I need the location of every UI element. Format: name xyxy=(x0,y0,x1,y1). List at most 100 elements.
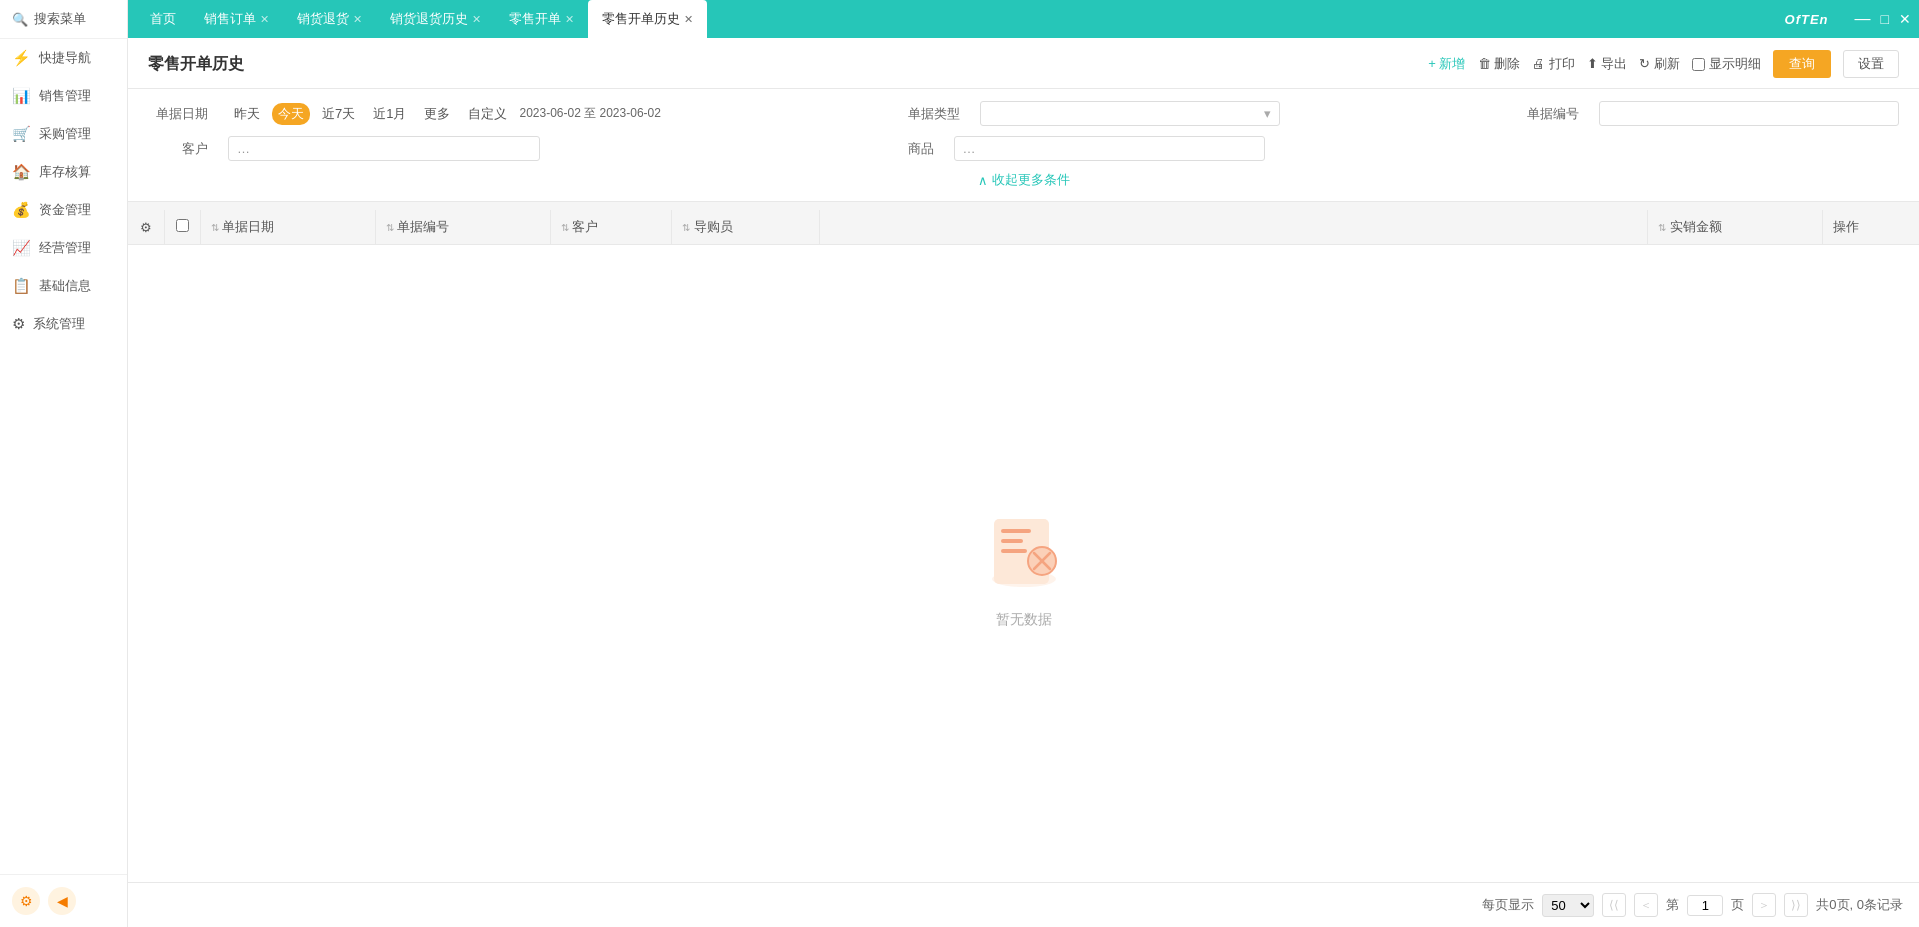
col-action-label: 操作 xyxy=(1833,219,1859,234)
settings-button[interactable]: ⚙ xyxy=(12,887,40,915)
data-table: ⚙ ⇅ 单据日期 ⇅ 单据编号 xyxy=(128,210,1919,245)
prev-page-button[interactable]: ＜ xyxy=(1634,893,1658,917)
total-info: 共0页, 0条记录 xyxy=(1816,896,1903,914)
tab-retail-open-history[interactable]: 零售开单历史 ✕ xyxy=(588,0,707,38)
export-button[interactable]: ⬆ 导出 xyxy=(1587,55,1628,73)
sidebar-item-caigou[interactable]: 🛒 采购管理 xyxy=(0,115,127,153)
customer-input[interactable]: … xyxy=(228,136,540,161)
customer-label: 客户 xyxy=(148,140,208,158)
sidebar-item-label: 销售管理 xyxy=(39,87,91,105)
tab-retail-open-label: 零售开单 xyxy=(509,10,561,28)
warehouse-icon: 🏠 xyxy=(12,163,31,181)
customer-ellipsis: … xyxy=(237,141,250,156)
tab-sales-return-history[interactable]: 销货退货历史 ✕ xyxy=(376,0,495,38)
sidebar-item-jichu[interactable]: 📋 基础信息 xyxy=(0,267,127,305)
sidebar-item-xiaoshou[interactable]: 📊 销售管理 xyxy=(0,77,127,115)
sidebar: 🔍 搜索菜单 ⚡ 快捷导航 📊 销售管理 🛒 采购管理 🏠 库存核算 💰 资金管… xyxy=(0,0,128,927)
filter-date-options: 昨天 今天 近7天 近1月 更多 自定义 2023-06-02 至 2023-0… xyxy=(228,103,661,125)
col-guide-label: 导购员 xyxy=(694,219,733,234)
goods-ellipsis: … xyxy=(963,141,976,156)
sort-icon: ⇅ xyxy=(682,222,690,233)
sidebar-search[interactable]: 🔍 搜索菜单 xyxy=(0,0,127,39)
new-button[interactable]: + 新增 xyxy=(1428,55,1465,73)
trend-icon: 📈 xyxy=(12,239,31,257)
last-page-button[interactable]: ⟩⟩ xyxy=(1784,893,1808,917)
col-number-label: 单据编号 xyxy=(397,219,449,234)
number-input[interactable] xyxy=(1599,101,1899,126)
table-col-amount[interactable]: ⇅ 实销金额 xyxy=(1648,210,1823,245)
sidebar-bottom: ⚙ ◀ xyxy=(0,874,127,927)
tab-bar: 首页 销售订单 ✕ 销货退货 ✕ 销货退货历史 ✕ 零售开单 ✕ 零售开单历史 … xyxy=(128,0,1919,38)
tab-retail-open-history-close[interactable]: ✕ xyxy=(684,13,693,26)
date-opt-1month[interactable]: 近1月 xyxy=(367,103,412,125)
empty-state: 暂无数据 xyxy=(128,245,1919,882)
main-area: 首页 销售订单 ✕ 销货退货 ✕ 销货退货历史 ✕ 零售开单 ✕ 零售开单历史 … xyxy=(128,0,1919,927)
tab-retail-open[interactable]: 零售开单 ✕ xyxy=(495,0,588,38)
date-opt-7days[interactable]: 近7天 xyxy=(316,103,361,125)
gear-icon: ⚙ xyxy=(12,315,25,333)
svg-rect-4 xyxy=(1001,549,1027,553)
query-button[interactable]: 查询 xyxy=(1773,50,1831,78)
table-col-customer[interactable]: ⇅ 客户 xyxy=(550,210,671,245)
date-opt-custom[interactable]: 自定义 xyxy=(462,103,513,125)
filter-row-2: 客户 … 商品 … xyxy=(148,136,1899,161)
sidebar-item-kuaijie[interactable]: ⚡ 快捷导航 xyxy=(0,39,127,77)
svg-rect-3 xyxy=(1001,539,1023,543)
print-button[interactable]: 🖨 打印 xyxy=(1532,55,1575,73)
tab-sales-order-label: 销售订单 xyxy=(204,10,256,28)
minimize-button[interactable]: — xyxy=(1855,10,1871,28)
date-opt-yesterday[interactable]: 昨天 xyxy=(228,103,266,125)
sidebar-item-label: 经营管理 xyxy=(39,239,91,257)
date-opt-more[interactable]: 更多 xyxy=(418,103,456,125)
col-date-label: 单据日期 xyxy=(222,219,274,234)
settings-button[interactable]: 设置 xyxy=(1843,50,1899,78)
page-header: 零售开单历史 + 新增 🗑 删除 🖨 打印 ⬆ 导出 ↻ 刷新 显示明细 查询 … xyxy=(128,38,1919,89)
collapse-button[interactable]: ∧ 收起更多条件 xyxy=(978,171,1070,189)
sidebar-search-label: 搜索菜单 xyxy=(34,10,86,28)
page-number-input[interactable] xyxy=(1687,895,1723,916)
collapse-sidebar-button[interactable]: ◀ xyxy=(48,887,76,915)
tab-home[interactable]: 首页 xyxy=(136,0,190,38)
col-amount-label: 实销金额 xyxy=(1670,219,1722,234)
refresh-button[interactable]: ↻ 刷新 xyxy=(1639,55,1680,73)
maximize-button[interactable]: □ xyxy=(1881,11,1889,27)
select-all-checkbox[interactable] xyxy=(176,219,189,232)
display-detail-checkbox[interactable] xyxy=(1692,58,1705,71)
date-opt-today[interactable]: 今天 xyxy=(272,103,310,125)
sort-icon: ⇅ xyxy=(211,222,219,233)
sidebar-item-label: 资金管理 xyxy=(39,201,91,219)
tab-home-label: 首页 xyxy=(150,10,176,28)
type-label: 单据类型 xyxy=(900,105,960,123)
next-page-button[interactable]: ＞ xyxy=(1752,893,1776,917)
per-page-select[interactable]: 50 10 20 100 xyxy=(1542,894,1594,917)
delete-button[interactable]: 🗑 删除 xyxy=(1478,55,1521,73)
table-col-empty xyxy=(820,210,1648,245)
sidebar-item-jingying[interactable]: 📈 经营管理 xyxy=(0,229,127,267)
table-section: ⚙ ⇅ 单据日期 ⇅ 单据编号 xyxy=(128,210,1919,927)
sort-icon: ⇅ xyxy=(1658,222,1666,233)
tab-retail-open-close[interactable]: ✕ xyxy=(565,13,574,26)
table-col-number[interactable]: ⇅ 单据编号 xyxy=(375,210,550,245)
close-button[interactable]: ✕ xyxy=(1899,11,1911,27)
table-col-action: 操作 xyxy=(1823,210,1919,245)
sort-icon: ⇅ xyxy=(561,222,569,233)
sidebar-item-kucun[interactable]: 🏠 库存核算 xyxy=(0,153,127,191)
sidebar-item-label: 采购管理 xyxy=(39,125,91,143)
sidebar-item-label: 系统管理 xyxy=(33,315,85,333)
tab-sales-order[interactable]: 销售订单 ✕ xyxy=(190,0,283,38)
tab-sales-return-history-close[interactable]: ✕ xyxy=(472,13,481,26)
table-col-settings[interactable]: ⚙ xyxy=(128,210,164,245)
tab-sales-order-close[interactable]: ✕ xyxy=(260,13,269,26)
empty-illustration xyxy=(974,499,1074,599)
tab-sales-return[interactable]: 销货退货 ✕ xyxy=(283,0,376,38)
first-page-button[interactable]: ⟨⟨ xyxy=(1602,893,1626,917)
doc-icon: 📋 xyxy=(12,277,31,295)
goods-input[interactable]: … xyxy=(954,136,1266,161)
table-col-date[interactable]: ⇅ 单据日期 xyxy=(200,210,375,245)
sidebar-item-xitong[interactable]: ⚙ 系统管理 xyxy=(0,305,127,343)
table-col-check[interactable] xyxy=(164,210,200,245)
type-dropdown[interactable]: ▾ xyxy=(980,101,1280,126)
sidebar-item-zijin[interactable]: 💰 资金管理 xyxy=(0,191,127,229)
table-col-guide[interactable]: ⇅ 导购员 xyxy=(672,210,820,245)
tab-sales-return-close[interactable]: ✕ xyxy=(353,13,362,26)
